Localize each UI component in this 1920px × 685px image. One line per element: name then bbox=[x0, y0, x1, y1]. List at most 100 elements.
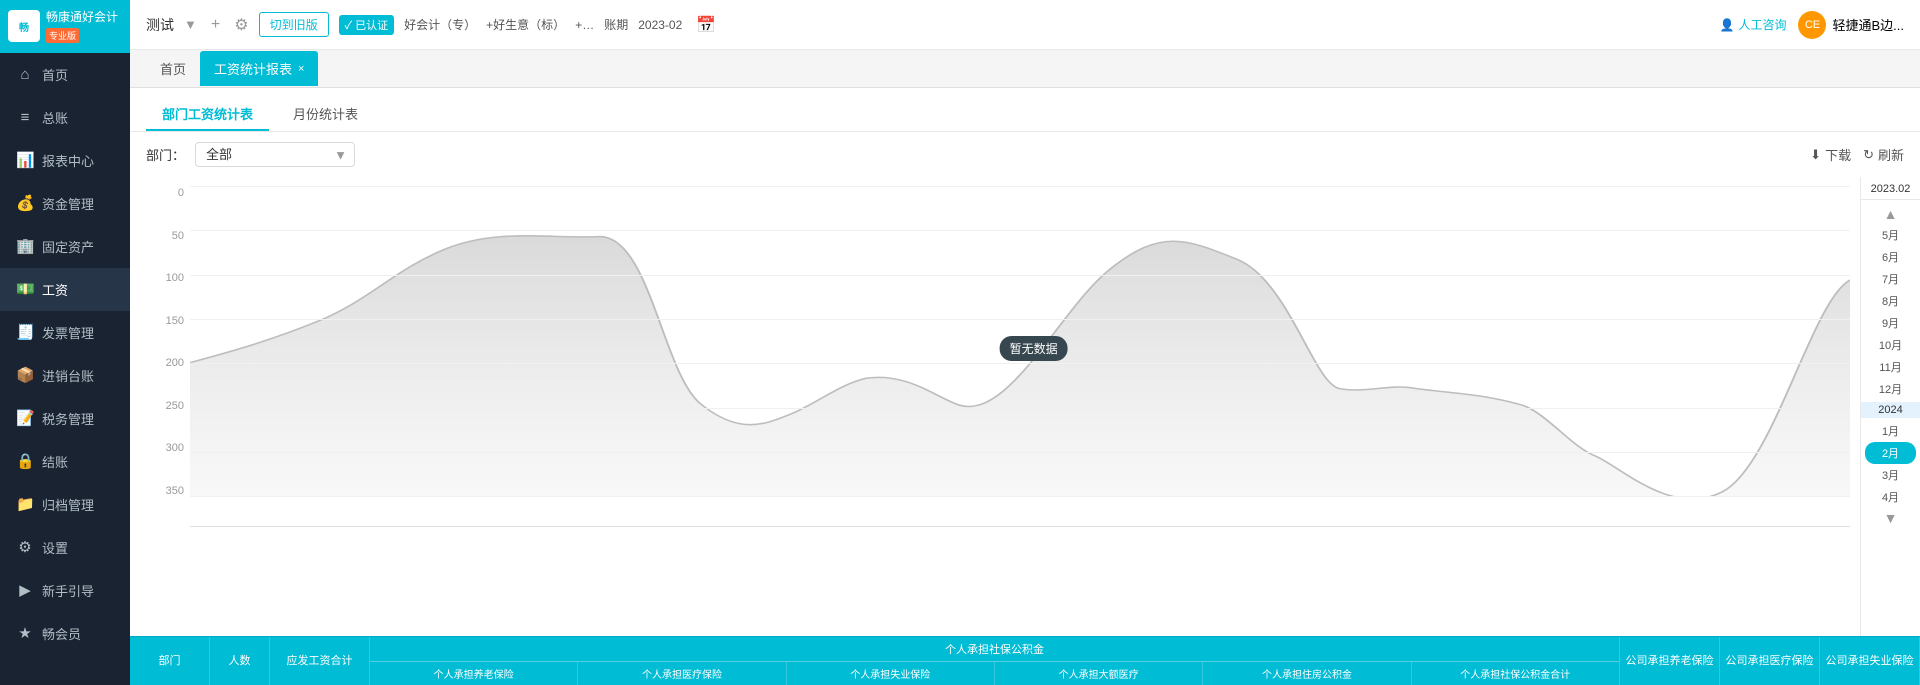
sidebar-item-funds[interactable]: 💰 资金管理 bbox=[0, 182, 130, 225]
tab-close-btn[interactable]: × bbox=[298, 63, 304, 75]
nav-down-arrow[interactable]: ▼ bbox=[1882, 508, 1900, 528]
th-company-pension: 公司承担养老保险 bbox=[1620, 637, 1720, 685]
chart-section: 350 300 250 200 150 100 50 0 bbox=[130, 177, 1920, 636]
topbar: 测试 ▼ + ⚙ 切到旧版 ✓ 已认证 好会计（专） +好生意（标） +… 账期… bbox=[130, 0, 1920, 50]
topbar-add-btn[interactable]: + bbox=[211, 16, 220, 34]
sidebar-item-member[interactable]: ★ 畅会员 bbox=[0, 612, 130, 655]
y-label-350: 350 bbox=[150, 485, 190, 497]
tax-icon: 📝 bbox=[16, 409, 34, 427]
month-6[interactable]: 6月 bbox=[1861, 246, 1920, 268]
sub-tab-dept[interactable]: 部门工资统计表 bbox=[146, 98, 269, 131]
sidebar-item-reports[interactable]: 📊 报表中心 bbox=[0, 139, 130, 182]
sidebar-item-label: 报表中心 bbox=[42, 151, 94, 170]
sidebar-item-ledger[interactable]: ≡ 总账 bbox=[0, 96, 130, 139]
y-label-150: 150 bbox=[150, 315, 190, 327]
sidebar-item-label: 新手引导 bbox=[42, 581, 94, 600]
sidebar-item-salary[interactable]: 💵 工资 bbox=[0, 268, 130, 311]
period-label: 账期 bbox=[604, 16, 628, 33]
month-9[interactable]: 9月 bbox=[1861, 312, 1920, 334]
sidebar: 畅 畅康通好会计 专业版 ⌂ 首页 ≡ 总账 📊 报表中心 💰 资金管理 🏢 固… bbox=[0, 0, 130, 685]
refresh-button[interactable]: ↻ 刷新 bbox=[1863, 145, 1904, 164]
dept-select[interactable]: 全部 bbox=[195, 142, 355, 167]
th-personal-medical: 个人承担医疗保险 bbox=[578, 662, 786, 685]
period-value: 2023-02 bbox=[638, 18, 682, 32]
y-label-50: 50 bbox=[150, 230, 190, 242]
right-panel: 2023.02 ▲ 5月 6月 7月 8月 9月 10月 11月 12月 202… bbox=[1860, 177, 1920, 636]
calendar-icon[interactable]: 📅 bbox=[696, 15, 716, 35]
topbar-right: 👤 人工咨询 CE 轻捷通B边... bbox=[1720, 11, 1904, 39]
certified-badge: ✓ 已认证 bbox=[339, 15, 395, 35]
toolbar-left: 部门： 全部 ▼ bbox=[146, 142, 355, 167]
check-icon: ✓ bbox=[345, 20, 353, 32]
tab-salary-report[interactable]: 工资统计报表 × bbox=[200, 51, 318, 86]
sidebar-item-invoice[interactable]: 🧾 发票管理 bbox=[0, 311, 130, 354]
sidebar-item-assets[interactable]: 🏢 固定资产 bbox=[0, 225, 130, 268]
nav-up-arrow[interactable]: ▲ bbox=[1882, 204, 1900, 224]
download-button[interactable]: ⬇ 下载 bbox=[1810, 145, 1851, 164]
topbar-settings-btn[interactable]: ⚙ bbox=[234, 15, 248, 35]
th-personal-housing: 个人承担住房公积金 bbox=[1203, 662, 1411, 685]
username: 轻捷通B边... bbox=[1832, 15, 1904, 34]
sidebar-item-label: 畅会员 bbox=[42, 624, 81, 643]
table-header: 部门 人数 应发工资合计 个人承担社保公积金 个人承担养老保险 个人承担医疗保险… bbox=[130, 636, 1920, 685]
month-10[interactable]: 10月 bbox=[1861, 334, 1920, 356]
sub-tabs: 部门工资统计表 月份统计表 bbox=[130, 88, 1920, 132]
th-dept: 部门 bbox=[130, 637, 210, 685]
grid-line-3 bbox=[190, 319, 1850, 320]
y-label-100: 100 bbox=[150, 272, 190, 284]
sidebar-item-purchase[interactable]: 📦 进销台账 bbox=[0, 354, 130, 397]
home-icon: ⌂ bbox=[16, 66, 34, 83]
sidebar-item-closing[interactable]: 🔒 结账 bbox=[0, 440, 130, 483]
guide-icon: ▶ bbox=[16, 581, 34, 599]
sidebar-item-label: 归档管理 bbox=[42, 495, 94, 514]
th-group-personal-cells: 个人承担养老保险 个人承担医疗保险 个人承担失业保险 个人承担大额医疗 个人承担… bbox=[370, 662, 1620, 685]
month-11[interactable]: 11月 bbox=[1861, 356, 1920, 378]
content-area: 部门工资统计表 月份统计表 部门： 全部 ▼ ⬇ 下载 bbox=[130, 88, 1920, 685]
sidebar-item-tax[interactable]: 📝 税务管理 bbox=[0, 397, 130, 440]
month-4[interactable]: 4月 bbox=[1861, 486, 1920, 508]
month-7[interactable]: 7月 bbox=[1861, 268, 1920, 290]
th-personal-group: 个人承担社保公积金 个人承担养老保险 个人承担医疗保险 个人承担失业保险 个人承… bbox=[370, 637, 1620, 685]
topbar-status-3: +… bbox=[575, 18, 594, 32]
sidebar-item-label: 税务管理 bbox=[42, 409, 94, 428]
grid-line-4 bbox=[190, 363, 1850, 364]
y-label-200: 200 bbox=[150, 357, 190, 369]
refresh-icon: ↻ bbox=[1863, 147, 1874, 163]
switch-version-button[interactable]: 切到旧版 bbox=[259, 12, 329, 37]
sidebar-item-settings[interactable]: ⚙ 设置 bbox=[0, 526, 130, 569]
month-3[interactable]: 3月 bbox=[1861, 464, 1920, 486]
th-count: 人数 bbox=[210, 637, 270, 685]
month-1[interactable]: 1月 bbox=[1861, 420, 1920, 442]
month-12[interactable]: 12月 bbox=[1861, 378, 1920, 400]
th-company-unemployment: 公司承担失业保险 bbox=[1820, 637, 1920, 685]
toolbar-right: ⬇ 下载 ↻ 刷新 bbox=[1810, 145, 1904, 164]
dept-select-wrap: 全部 ▼ bbox=[195, 142, 355, 167]
sidebar-item-archive[interactable]: 📁 归档管理 bbox=[0, 483, 130, 526]
sidebar-item-label: 固定资产 bbox=[42, 237, 94, 256]
sidebar-item-guide[interactable]: ▶ 新手引导 bbox=[0, 569, 130, 612]
sub-tab-monthly[interactable]: 月份统计表 bbox=[277, 98, 374, 131]
tab-home[interactable]: 首页 bbox=[146, 51, 200, 86]
month-5[interactable]: 5月 bbox=[1861, 224, 1920, 246]
assets-icon: 🏢 bbox=[16, 237, 34, 255]
sidebar-item-label: 结账 bbox=[42, 452, 68, 471]
topbar-dropdown-arrow[interactable]: ▼ bbox=[184, 17, 197, 32]
grid-line-6 bbox=[190, 452, 1850, 453]
grid-lines bbox=[190, 187, 1850, 497]
sidebar-item-label: 工资 bbox=[42, 280, 68, 299]
month-2-active[interactable]: 2月 bbox=[1865, 442, 1916, 464]
tab-label: 工资统计报表 bbox=[214, 59, 292, 78]
grid-line-1 bbox=[190, 230, 1850, 231]
month-8[interactable]: 8月 bbox=[1861, 290, 1920, 312]
help-button[interactable]: 👤 人工咨询 bbox=[1720, 16, 1787, 33]
grid-line-5 bbox=[190, 408, 1850, 409]
sidebar-item-label: 总账 bbox=[42, 108, 68, 127]
user-menu[interactable]: CE 轻捷通B边... bbox=[1798, 11, 1904, 39]
sidebar-item-home[interactable]: ⌂ 首页 bbox=[0, 53, 130, 96]
reports-icon: 📊 bbox=[16, 151, 34, 169]
ledger-icon: ≡ bbox=[16, 109, 34, 126]
x-axis bbox=[190, 526, 1850, 527]
funds-icon: 💰 bbox=[16, 194, 34, 212]
sidebar-item-label: 进销台账 bbox=[42, 366, 94, 385]
grid-line-2 bbox=[190, 275, 1850, 276]
